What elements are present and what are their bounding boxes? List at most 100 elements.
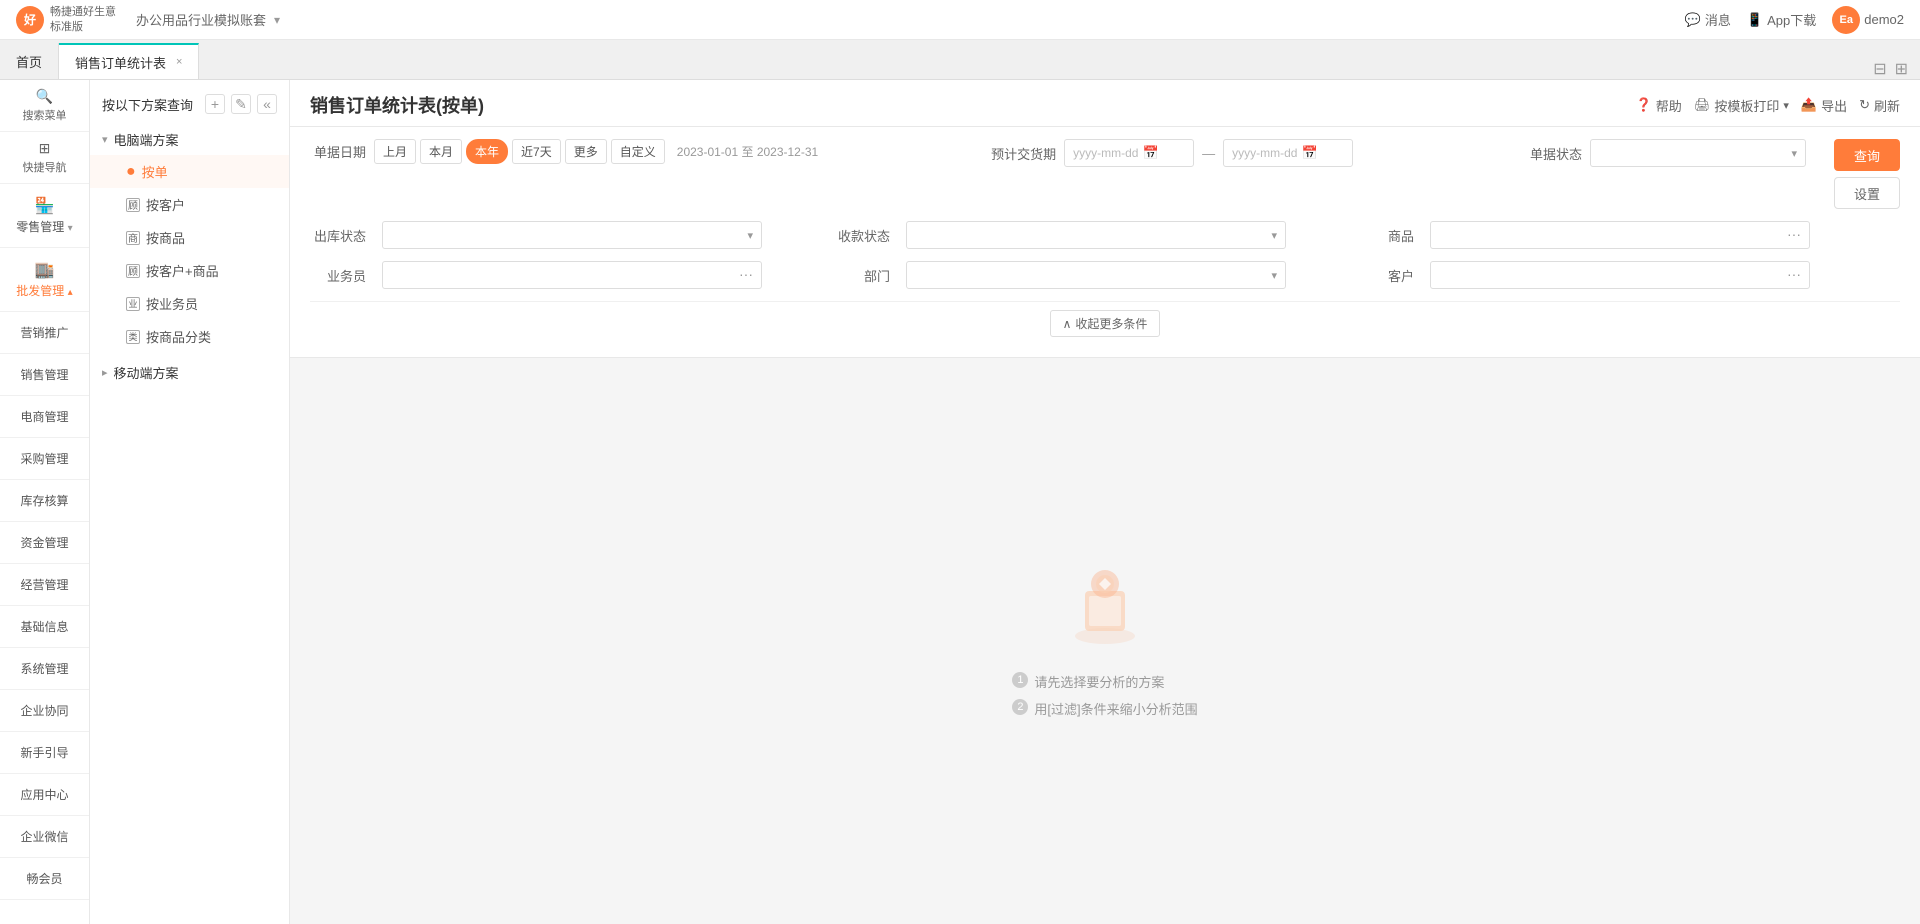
sidebar-item-finance[interactable]: 资金管理 — [0, 522, 89, 564]
sidebar-search[interactable]: 🔍 搜索菜单 — [0, 80, 89, 132]
export-btn[interactable]: 📤 导出 — [1801, 96, 1847, 115]
sidebar-item-sales[interactable]: 销售管理 — [0, 354, 89, 396]
sidebar-item-system[interactable]: 系统管理 — [0, 648, 89, 690]
tab-sales-order-stats[interactable]: 销售订单统计表 × — [59, 43, 199, 79]
download-icon: 📱 — [1747, 12, 1763, 28]
status-label: 单据状态 — [1526, 144, 1582, 163]
payment-status-label: 收款状态 — [834, 226, 890, 245]
sidebar-item-operations[interactable]: 经营管理 — [0, 564, 89, 606]
tab-close-icon[interactable]: × — [176, 56, 182, 68]
scheme-item-customer-goods[interactable]: 顾 按客户+商品 — [90, 254, 289, 287]
sidebar-item-ecommerce[interactable]: 电商管理 — [0, 396, 89, 438]
search-icon: 🔍 — [36, 88, 53, 105]
sidebar-item-wechat[interactable]: 企业微信 — [0, 816, 89, 858]
date-btn-more[interactable]: 更多 — [565, 139, 607, 164]
product-more-icon[interactable]: ··· — [1787, 226, 1801, 244]
sidebar-item-purchase[interactable]: 采购管理 — [0, 438, 89, 480]
help-icon: ❓ — [1636, 97, 1652, 113]
date-btn-custom[interactable]: 自定义 — [611, 139, 665, 164]
scheme-item-salesman[interactable]: 业 按业务员 — [90, 287, 289, 320]
minimize-icon[interactable]: ⊟ — [1873, 59, 1886, 79]
delivery-status-label: 出库状态 — [310, 226, 366, 245]
sidebar-item-appstore[interactable]: 应用中心 — [0, 774, 89, 816]
delivery-arrow: ▾ — [747, 229, 753, 242]
sidebar-item-member[interactable]: 畅会员 — [0, 858, 89, 900]
user-menu[interactable]: Ea demo2 — [1832, 6, 1904, 34]
customer-input[interactable]: ··· — [1430, 261, 1810, 289]
customer-more-icon[interactable]: ··· — [1787, 266, 1801, 284]
salesman-label: 业务员 — [310, 266, 366, 285]
sidebar-quick-nav[interactable]: ⊞ 快捷导航 — [0, 132, 89, 184]
expected-date-label: 预计交货期 — [991, 144, 1056, 163]
empty-state: 1 请先选择要分析的方案 2 用[过滤]条件来缩小分析范围 — [290, 358, 1920, 924]
app-title-arrow[interactable]: ▾ — [274, 13, 280, 27]
logo[interactable]: 好 畅捷通好生意 标准版 — [16, 5, 116, 34]
date-label: 单据日期 — [310, 142, 366, 161]
scheme-category-icon: 类 — [126, 330, 140, 344]
customer-label: 客户 — [1358, 266, 1414, 285]
sidebar-item-inventory[interactable]: 库存核算 — [0, 480, 89, 522]
date-btn-thisyear[interactable]: 本年 — [466, 139, 508, 164]
expand-icon: ▾ — [102, 133, 108, 146]
tab-home[interactable]: 首页 — [0, 43, 59, 79]
collapse-panel-btn[interactable]: « — [257, 94, 277, 114]
department-label: 部门 — [834, 266, 890, 285]
date-btn-7days[interactable]: 近7天 — [512, 139, 561, 164]
nav-icon: ⊞ — [39, 140, 51, 157]
payment-status-select[interactable]: ▾ — [906, 221, 1286, 249]
sidebar-item-wholesale[interactable]: 🏬 批发管理 ▴ — [0, 248, 89, 312]
scheme-item-category[interactable]: 类 按商品分类 — [90, 320, 289, 353]
sidebar-item-retail[interactable]: 🏪 零售管理 ▾ — [0, 184, 89, 248]
delivery-status-select[interactable]: ▾ — [382, 221, 762, 249]
scheme-active-dot: ● — [126, 163, 136, 181]
refresh-btn[interactable]: ↻ 刷新 — [1859, 96, 1900, 115]
scheme-item-goods[interactable]: 商 按商品 — [90, 221, 289, 254]
print-icon: 🖨 — [1694, 97, 1711, 113]
product-input[interactable]: ··· — [1430, 221, 1810, 249]
sidebar-item-company[interactable]: 企业协同 — [0, 690, 89, 732]
export-icon: 📤 — [1801, 97, 1817, 113]
collapse-btn[interactable]: ∧ 收起更多条件 — [1050, 310, 1161, 337]
settings-btn[interactable]: 设置 — [1834, 177, 1900, 209]
department-select[interactable]: ▾ — [906, 261, 1286, 289]
page-title: 销售订单统计表(按单) — [310, 92, 484, 118]
expected-date-to[interactable]: yyyy-mm-dd 📅 — [1223, 139, 1353, 167]
department-arrow: ▾ — [1271, 269, 1277, 282]
sidebar-item-marketing[interactable]: 营销推广 — [0, 312, 89, 354]
scheme-item-customer[interactable]: 顾 按客户 — [90, 188, 289, 221]
expand-icon-mobile: ▸ — [102, 366, 108, 379]
refresh-icon: ↻ — [1859, 97, 1870, 113]
edit-scheme-btn[interactable]: ✎ — [231, 94, 251, 114]
app-download-btn[interactable]: 📱 App下载 — [1747, 10, 1816, 29]
sidebar-item-guide[interactable]: 新手引导 — [0, 732, 89, 774]
empty-illustration — [1055, 556, 1155, 656]
add-scheme-btn[interactable]: + — [205, 94, 225, 114]
scheme-group-mobile: ▸ 移动端方案 — [90, 357, 289, 388]
message-icon: 💬 — [1685, 12, 1701, 28]
expected-date-from[interactable]: yyyy-mm-dd 📅 — [1064, 139, 1194, 167]
avatar: Ea — [1832, 6, 1860, 34]
scheme-panel-header: 按以下方案查询 + ✎ « — [90, 88, 289, 120]
scheme-group-pc-header[interactable]: ▾ 电脑端方案 — [90, 124, 289, 155]
salesman-more-icon[interactable]: ··· — [739, 266, 753, 284]
retail-icon: 🏪 — [8, 196, 81, 216]
scheme-item-order[interactable]: ● 按单 — [90, 155, 289, 188]
scheme-group-mobile-header[interactable]: ▸ 移动端方案 — [90, 357, 289, 388]
template-print-btn[interactable]: 🖨 按模板打印 — [1694, 96, 1789, 115]
sidebar-item-basic[interactable]: 基础信息 — [0, 606, 89, 648]
scheme-group-pc: ▾ 电脑端方案 ● 按单 顾 按客户 商 按商品 顾 按客户+商品 — [90, 124, 289, 353]
scheme-custgoods-icon: 顾 — [126, 264, 140, 278]
filter-area: 单据日期 上月 本月 本年 近7天 更多 自定义 2023-01-01 至 20… — [290, 127, 1920, 358]
status-select[interactable]: ▾ — [1590, 139, 1806, 167]
salesman-input[interactable]: ··· — [382, 261, 762, 289]
collapse-icon: ∧ — [1063, 317, 1072, 331]
maximize-icon[interactable]: ⊞ — [1895, 59, 1908, 79]
empty-tips: 1 请先选择要分析的方案 2 用[过滤]条件来缩小分析范围 — [1012, 672, 1197, 726]
help-btn[interactable]: ❓ 帮助 — [1636, 96, 1682, 115]
page-header: 销售订单统计表(按单) ❓ 帮助 🖨 按模板打印 📤 导出 — [290, 80, 1920, 127]
search-btn[interactable]: 查询 — [1834, 139, 1900, 171]
message-btn[interactable]: 💬 消息 — [1685, 10, 1731, 29]
date-btn-lastmonth[interactable]: 上月 — [374, 139, 416, 164]
empty-tip-2: 2 用[过滤]条件来缩小分析范围 — [1012, 699, 1197, 718]
date-btn-thismonth[interactable]: 本月 — [420, 139, 462, 164]
